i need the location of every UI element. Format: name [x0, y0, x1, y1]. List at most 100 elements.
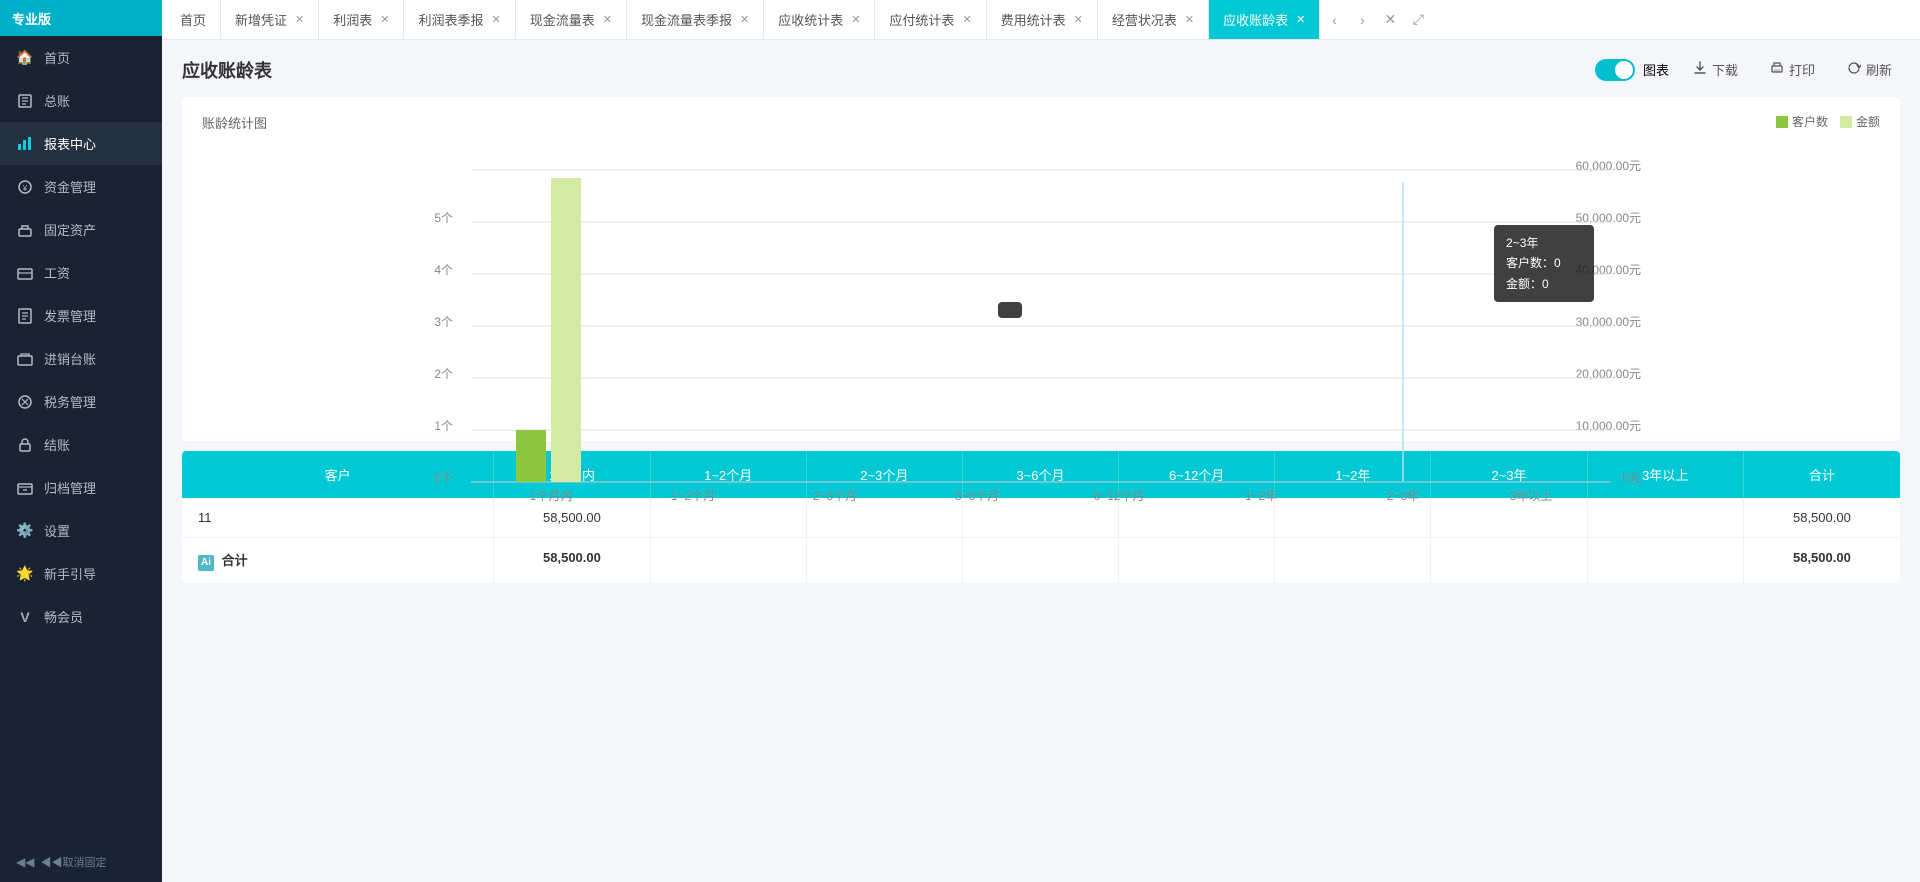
sidebar-item-label: 进销台账: [44, 349, 96, 368]
sidebar-item-guide[interactable]: 🌟 新手引导: [0, 552, 162, 595]
legend-customer-label: 客户数: [1792, 113, 1828, 130]
sidebar-item-label: 总账: [44, 91, 70, 110]
tab-close-profit[interactable]: ✕: [380, 13, 389, 26]
archive-icon: [16, 479, 34, 497]
settings-icon: ⚙️: [16, 522, 34, 540]
legend-customer-dot: [1776, 116, 1788, 128]
guide-icon: 🌟: [16, 565, 34, 583]
total-label-text: 合计: [222, 553, 248, 568]
download-btn[interactable]: 下载: [1685, 56, 1746, 83]
svg-text:3~6个月: 3~6个月: [955, 489, 999, 502]
legend-customer-count: 客户数: [1776, 113, 1828, 130]
sidebar-item-label: 税务管理: [44, 392, 96, 411]
chart-toggle-label: 图表: [1643, 60, 1669, 79]
sidebar-item-inventory[interactable]: 进销台账: [0, 337, 162, 380]
sidebar-item-label: 新手引导: [44, 564, 96, 583]
header-actions: 图表 下载 打印 刷新: [1595, 56, 1900, 83]
svg-text:10,000.00元: 10,000.00元: [1576, 419, 1641, 433]
tab-close-cashflow[interactable]: ✕: [603, 13, 612, 26]
td-total-y3plus: [1588, 538, 1744, 583]
sidebar-item-ledger[interactable]: 总账: [0, 79, 162, 122]
sidebar: 专业版 🏠 首页 总账 报表中心 ¥ 资金管理 固定资产 工资: [0, 0, 162, 882]
tab-close-payable-stat[interactable]: ✕: [962, 13, 971, 26]
legend-amount-label: 金额: [1856, 113, 1880, 130]
sidebar-item-label: 报表中心: [44, 134, 96, 153]
ledger-icon: [16, 92, 34, 110]
tab-close-receivable-stat[interactable]: ✕: [851, 13, 860, 26]
tab-profit[interactable]: 利润表 ✕: [319, 0, 404, 40]
sidebar-item-close-accounts[interactable]: 结账: [0, 423, 162, 466]
td-total-label: Ai 合计: [182, 538, 494, 583]
total-icon: Ai: [198, 555, 214, 571]
svg-text:6~12个月: 6~12个月: [1093, 489, 1144, 502]
page-content: 应收账龄表 图表 下载 打印: [162, 40, 1920, 882]
td-total-total: 58,500.00: [1744, 538, 1900, 583]
chart-svg-wrap: 0个 1个 2个 3个 4个 5个 0元 10,000.00元 20,000.0…: [202, 142, 1880, 505]
tab-next-btn[interactable]: ›: [1348, 0, 1376, 40]
sidebar-item-label: 工资: [44, 263, 70, 282]
chart-title: 账龄统计图: [202, 113, 1880, 132]
td-total-y2-3: [1431, 538, 1587, 583]
chart-toggle[interactable]: [1595, 59, 1635, 81]
td-total-m2-3: [807, 538, 963, 583]
tab-close-all-btn[interactable]: ✕: [1376, 0, 1404, 40]
sidebar-item-settings[interactable]: ⚙️ 设置: [0, 509, 162, 552]
tab-close-cashflow-quarter[interactable]: ✕: [740, 13, 749, 26]
home-icon: 🏠: [16, 49, 34, 67]
sidebar-item-home[interactable]: 🏠 首页: [0, 36, 162, 79]
bar-amount-1: [551, 178, 581, 482]
tab-expense-stat[interactable]: 费用统计表 ✕: [987, 0, 1098, 40]
collapse-sidebar-btn[interactable]: ◀◀ ◀◀取消固定: [0, 842, 162, 882]
tab-payable-stat[interactable]: 应付统计表 ✕: [875, 0, 986, 40]
sidebar-item-invoice[interactable]: 发票管理: [0, 294, 162, 337]
tab-profit-quarter[interactable]: 利润表季报 ✕: [404, 0, 515, 40]
collapse-label: ◀◀取消固定: [40, 854, 106, 870]
tab-close-receivable-aging[interactable]: ✕: [1296, 13, 1305, 26]
tab-close-voucher[interactable]: ✕: [295, 13, 304, 26]
tab-cashflow-quarter[interactable]: 现金流量表季报 ✕: [627, 0, 764, 40]
sidebar-item-archive[interactable]: 归档管理: [0, 466, 162, 509]
sidebar-item-member[interactable]: V 畅会员: [0, 595, 162, 638]
tab-receivable-aging[interactable]: 应收账龄表 ✕: [1209, 0, 1320, 40]
tab-voucher[interactable]: 新增凭证 ✕: [221, 0, 319, 40]
svg-text:5个: 5个: [434, 211, 453, 225]
svg-text:3年以上: 3年以上: [1510, 489, 1553, 502]
tab-prev-btn[interactable]: ‹: [1320, 0, 1348, 40]
sidebar-item-report[interactable]: 报表中心: [0, 122, 162, 165]
svg-text:1~2年: 1~2年: [1245, 489, 1277, 502]
tab-receivable-stat[interactable]: 应收统计表 ✕: [764, 0, 875, 40]
tab-label: 经营状况表: [1112, 10, 1177, 29]
svg-text:0个: 0个: [434, 471, 453, 485]
page-title: 应收账龄表: [182, 57, 272, 83]
tab-maximize-btn[interactable]: ⤢: [1404, 0, 1432, 40]
refresh-icon: [1847, 61, 1861, 78]
sidebar-item-fund[interactable]: ¥ 资金管理: [0, 165, 162, 208]
tab-home[interactable]: 首页: [166, 0, 221, 40]
sidebar-item-asset[interactable]: 固定资产: [0, 208, 162, 251]
tab-cashflow[interactable]: 现金流量表 ✕: [516, 0, 627, 40]
legend-amount-dot: [1840, 116, 1852, 128]
tax-icon: [16, 393, 34, 411]
td-total-m1-2: [651, 538, 807, 583]
tab-close-expense-stat[interactable]: ✕: [1074, 13, 1083, 26]
tab-business-stat[interactable]: 经营状况表 ✕: [1098, 0, 1209, 40]
svg-text:¥: ¥: [22, 184, 28, 193]
print-btn[interactable]: 打印: [1762, 56, 1823, 83]
svg-text:50,000.00元: 50,000.00元: [1576, 211, 1641, 225]
td-total-y1-2: [1275, 538, 1431, 583]
print-icon: [1770, 61, 1784, 78]
svg-text:0元: 0元: [1622, 471, 1641, 485]
svg-text:60,000.00元: 60,000.00元: [1576, 159, 1641, 173]
tab-label: 利润表季报: [418, 10, 483, 29]
sidebar-item-salary[interactable]: 工资: [0, 251, 162, 294]
svg-text:1个: 1个: [434, 419, 453, 433]
report-icon: [16, 135, 34, 153]
sidebar-item-tax[interactable]: 税务管理: [0, 380, 162, 423]
tab-close-profit-quarter[interactable]: ✕: [492, 13, 501, 26]
sidebar-item-label: 固定资产: [44, 220, 96, 239]
download-icon: [1693, 61, 1707, 78]
tab-label: 现金流量表季报: [641, 10, 732, 29]
refresh-btn[interactable]: 刷新: [1839, 56, 1900, 83]
sidebar-item-label: 设置: [44, 521, 70, 540]
tab-close-business-stat[interactable]: ✕: [1185, 13, 1194, 26]
